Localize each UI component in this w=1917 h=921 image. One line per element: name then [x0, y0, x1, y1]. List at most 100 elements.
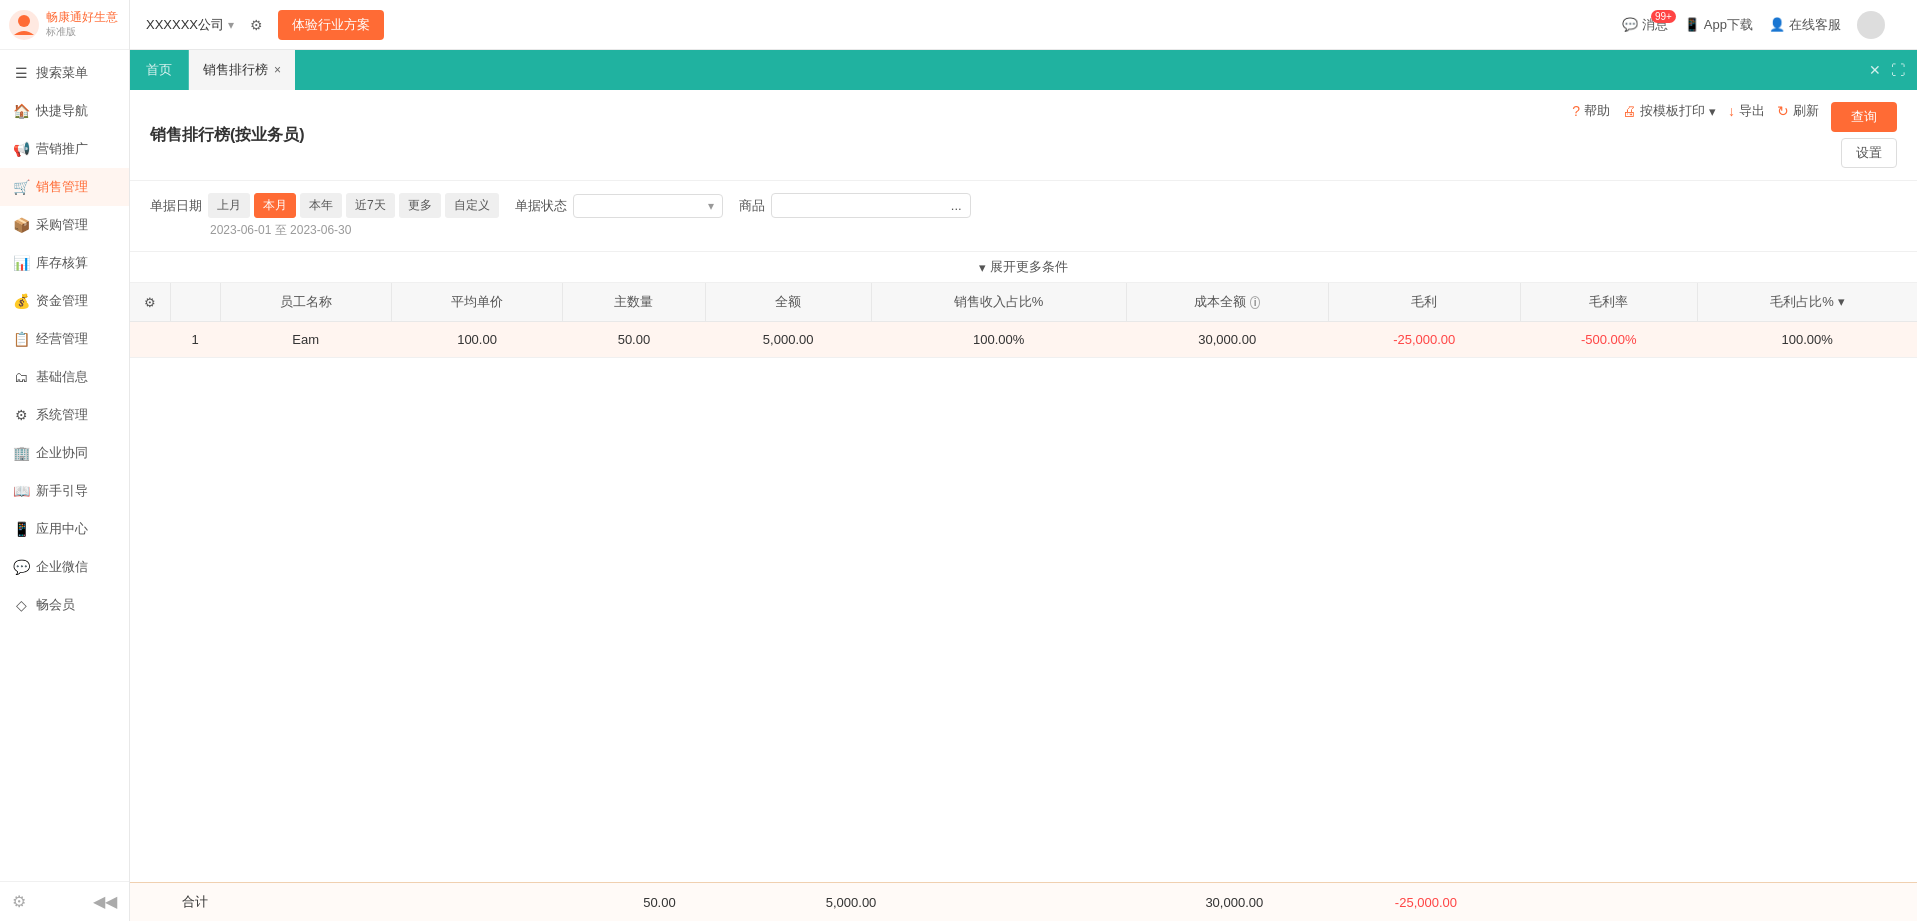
col-sales-pct: 销售收入占比% [871, 283, 1126, 322]
sidebar-item-marketing[interactable]: 📢 营销推广 [0, 130, 129, 168]
print-chevron-icon: ▾ [1709, 104, 1716, 119]
col-settings[interactable]: ⚙ [130, 283, 170, 322]
sidebar-item-sales[interactable]: 🛒 销售管理 [0, 168, 129, 206]
sidebar-item-wechat[interactable]: 💬 企业微信 [0, 548, 129, 586]
search-icon: ☰ [12, 64, 30, 82]
query-button[interactable]: 查询 [1831, 102, 1897, 132]
status-filter: 单据状态 ▾ [515, 194, 723, 218]
col-gross-rate: 毛利率 [1520, 283, 1697, 322]
marketing-icon: 📢 [12, 140, 30, 158]
company-selector[interactable]: XXXXXX公司 ▾ [146, 16, 234, 34]
operations-icon: 📋 [12, 330, 30, 348]
table-row: 1 Eam 100.00 50.00 5,000.00 100.00% 30,0… [130, 322, 1917, 358]
date-last-month[interactable]: 上月 [208, 193, 250, 218]
chevron-down-icon: ▾ [228, 18, 234, 32]
sidebar-nav: ☰ 搜索菜单 🏠 快捷导航 📢 营销推广 🛒 销售管理 📦 采购管理 📊 库存核… [0, 50, 129, 881]
table-header-row: ⚙ 员工名称 平均单价 主数量 全额 销售收入占比% 成本全额 i 毛利 毛利率… [130, 283, 1917, 322]
print-button[interactable]: 🖨 按模板打印 ▾ [1622, 102, 1716, 120]
sidebar-item-label: 采购管理 [36, 216, 88, 234]
sidebar-item-purchase[interactable]: 📦 采购管理 [0, 206, 129, 244]
sidebar-item-member[interactable]: ◇ 畅会员 [0, 586, 129, 624]
message-badge: 99+ [1651, 10, 1676, 23]
cell-qty: 50.00 [563, 322, 705, 358]
right-actions: 查询 设置 [1831, 102, 1897, 168]
sort-icon: ▾ [1838, 294, 1845, 309]
sales-icon: 🛒 [12, 178, 30, 196]
restore-icon[interactable]: ⛶ [1891, 62, 1905, 78]
header-right: 💬 消息 99+ 📱 App下载 👤 在线客服 [1622, 11, 1901, 39]
close-window-icon[interactable]: ✕ [1869, 62, 1881, 78]
col-amount: 全额 [705, 283, 871, 322]
trial-button[interactable]: 体验行业方案 [278, 10, 384, 40]
data-table: ⚙ 员工名称 平均单价 主数量 全额 销售收入占比% 成本全额 i 毛利 毛利率… [130, 283, 1917, 358]
help-button[interactable]: ? 帮助 [1572, 102, 1610, 120]
sidebar-item-label: 经营管理 [36, 330, 88, 348]
date-this-month[interactable]: 本月 [254, 193, 296, 218]
cell-amount: 5,000.00 [705, 322, 871, 358]
tab-bar-right: ✕ ⛶ [1869, 62, 1917, 78]
footer-qty: 50.00 [564, 895, 756, 910]
sidebar-item-inventory[interactable]: 📊 库存核算 [0, 244, 129, 282]
sidebar-item-finance[interactable]: 💰 资金管理 [0, 282, 129, 320]
sidebar-item-label: 库存核算 [36, 254, 88, 272]
app-download-button[interactable]: 📱 App下载 [1684, 16, 1753, 34]
help-label: 帮助 [1584, 102, 1610, 120]
member-icon: ◇ [12, 596, 30, 614]
inner-page: 销售排行榜(按业务员) ? 帮助 🖨 按模板打印 ▾ ↓ [130, 90, 1917, 921]
logo-sub: 标准版 [46, 25, 118, 39]
sidebar-bottom: ⚙ ◀◀ [0, 881, 129, 921]
expand-more-button[interactable]: ▾ 展开更多条件 [979, 258, 1068, 276]
help-icon: ? [1572, 103, 1580, 119]
collapse-icon[interactable]: ◀◀ [93, 892, 117, 911]
tab-home[interactable]: 首页 [130, 50, 189, 90]
date-last-7days[interactable]: 近7天 [346, 193, 395, 218]
date-this-year[interactable]: 本年 [300, 193, 342, 218]
settings-button[interactable]: ⚙ [242, 11, 270, 39]
sidebar-item-basic[interactable]: 🗂 基础信息 [0, 358, 129, 396]
print-icon: 🖨 [1622, 103, 1636, 119]
sidebar-item-operations[interactable]: 📋 经营管理 [0, 320, 129, 358]
cell-name: Eam [220, 322, 391, 358]
refresh-icon: ↻ [1777, 103, 1789, 119]
sidebar-item-search[interactable]: ☰ 搜索菜单 [0, 54, 129, 92]
finance-icon: 💰 [12, 292, 30, 310]
system-icon: ⚙ [12, 406, 30, 424]
cell-gross-rate: -500.00% [1520, 322, 1697, 358]
export-button[interactable]: ↓ 导出 [1728, 102, 1765, 120]
service-icon: 👤 [1769, 17, 1785, 32]
col-avg-price: 平均单价 [391, 283, 562, 322]
avatar[interactable] [1857, 11, 1885, 39]
status-chevron-icon: ▾ [708, 199, 714, 213]
sidebar-item-shortcut[interactable]: 🏠 快捷导航 [0, 92, 129, 130]
date-filter-label: 单据日期 [150, 197, 202, 215]
goods-select[interactable]: ... [771, 193, 971, 218]
close-icon[interactable]: × [274, 63, 281, 77]
cell-gross: -25,000.00 [1328, 322, 1520, 358]
online-service-button[interactable]: 👤 在线客服 [1769, 16, 1841, 34]
sidebar-item-enterprise[interactable]: 🏢 企业协同 [0, 434, 129, 472]
main-content: XXXXXX公司 ▾ ⚙ 体验行业方案 💬 消息 99+ 📱 App下载 👤 在… [130, 0, 1917, 921]
message-button[interactable]: 💬 消息 99+ [1622, 16, 1668, 34]
settings-button-page[interactable]: 设置 [1841, 138, 1897, 168]
cell-rank: 1 [170, 322, 220, 358]
sidebar-item-label: 畅会员 [36, 596, 75, 614]
sidebar-item-appcenter[interactable]: 📱 应用中心 [0, 510, 129, 548]
basic-icon: 🗂 [12, 368, 30, 386]
tab-sales-ranking[interactable]: 销售排行榜 × [189, 50, 295, 90]
refresh-label: 刷新 [1793, 102, 1819, 120]
settings-bottom-icon[interactable]: ⚙ [12, 892, 26, 911]
date-options: 上月 本月 本年 近7天 更多 自定义 [208, 193, 499, 218]
date-more[interactable]: 更多 [399, 193, 441, 218]
sidebar-item-label: 营销推广 [36, 140, 88, 158]
date-custom[interactable]: 自定义 [445, 193, 499, 218]
wechat-icon: 💬 [12, 558, 30, 576]
appcenter-icon: 📱 [12, 520, 30, 538]
sidebar-item-label: 应用中心 [36, 520, 88, 538]
refresh-button[interactable]: ↻ 刷新 [1777, 102, 1819, 120]
status-select[interactable]: ▾ [573, 194, 723, 218]
header-left: XXXXXX公司 ▾ ⚙ 体验行业方案 [146, 10, 384, 40]
sidebar-item-label: 搜索菜单 [36, 64, 88, 82]
sidebar-item-system[interactable]: ⚙ 系统管理 [0, 396, 129, 434]
sidebar-item-guide[interactable]: 📖 新手引导 [0, 472, 129, 510]
svg-point-1 [18, 15, 30, 27]
